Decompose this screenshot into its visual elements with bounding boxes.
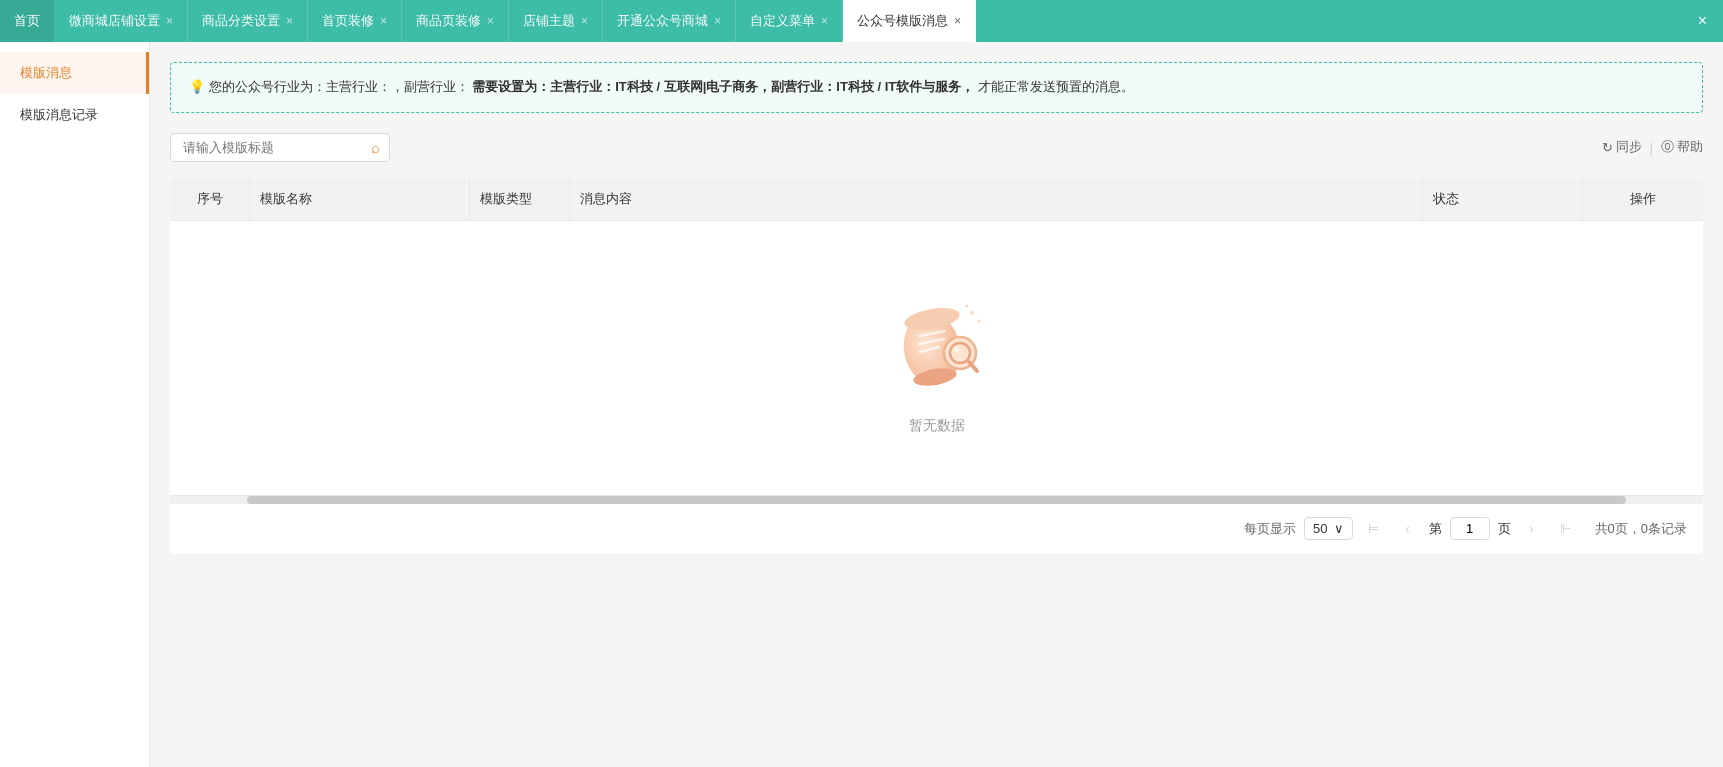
close-tab-product-decor[interactable]: ×: [487, 14, 494, 28]
data-table: 序号 模版名称 模版类型 消息内容 状态 操作: [170, 178, 1703, 554]
nav-tab-shop-setting[interactable]: 微商城店铺设置×: [55, 0, 188, 42]
close-tab-custom-menu[interactable]: ×: [821, 14, 828, 28]
close-tab-shop-setting[interactable]: ×: [166, 14, 173, 28]
prev-page-button[interactable]: ‹: [1395, 516, 1421, 542]
page-size-select[interactable]: 50 ∨: [1304, 517, 1352, 540]
nav-tab-open-mall[interactable]: 开通公众号商城×: [603, 0, 736, 42]
col-header-type: 模版类型: [470, 178, 570, 220]
close-tab-open-mall[interactable]: ×: [714, 14, 721, 28]
banner-highlight: 需要设置为：主营行业：IT科技 / 互联网|电子商务，副营行业：IT科技 / I…: [472, 79, 974, 94]
search-input-wrap: ⌕: [170, 133, 390, 162]
nav-tab-shop-theme[interactable]: 店铺主题×: [509, 0, 603, 42]
close-tab-template-msg[interactable]: ×: [954, 14, 961, 28]
banner-prefix: 您的公众号行业为：主营行业：，副营行业：: [209, 79, 469, 94]
table-header: 序号 模版名称 模版类型 消息内容 状态 操作: [170, 178, 1703, 221]
empty-state: 暂无数据: [170, 221, 1703, 495]
scroll-thumb[interactable]: [247, 496, 1627, 504]
close-tab-home-decor[interactable]: ×: [380, 14, 387, 28]
search-input[interactable]: [170, 133, 390, 162]
help-button[interactable]: ⓪ 帮助: [1661, 138, 1703, 156]
pagination: 每页显示 50 ∨ ⊨ ‹ 第 页 › ⊩ 共0页，0条记录: [170, 503, 1703, 554]
nav-tab-home[interactable]: 首页: [0, 0, 55, 42]
nav-tab-category-setting[interactable]: 商品分类设置×: [188, 0, 308, 42]
first-page-button[interactable]: ⊨: [1361, 516, 1387, 542]
nav-tab-home-decor[interactable]: 首页装修×: [308, 0, 402, 42]
nav-tab-product-decor[interactable]: 商品页装修×: [402, 0, 509, 42]
svg-point-10: [970, 311, 974, 315]
svg-point-11: [977, 319, 980, 322]
sync-icon: ↻: [1602, 140, 1613, 155]
col-header-content: 消息内容: [570, 178, 1423, 220]
sidebar-item-template-record[interactable]: 模版消息记录: [0, 94, 149, 136]
search-bar: ⌕ ↻ 同步 | ⓪ 帮助: [170, 133, 1703, 162]
sync-button[interactable]: ↻ 同步: [1602, 138, 1642, 156]
svg-point-9: [953, 346, 959, 352]
nav-tab-template-msg[interactable]: 公众号模版消息×: [843, 0, 976, 42]
col-header-status: 状态: [1423, 178, 1583, 220]
col-header-no: 序号: [170, 178, 250, 220]
help-label: 帮助: [1677, 138, 1703, 156]
sidebar: 模版消息模版消息记录: [0, 42, 150, 767]
main-layout: 模版消息模版消息记录 💡 您的公众号行业为：主营行业：，副营行业： 需要设置为：…: [0, 42, 1723, 767]
top-nav: 首页微商城店铺设置×商品分类设置×首页装修×商品页装修×店铺主题×开通公众号商城…: [0, 0, 1723, 42]
empty-icon: [877, 281, 997, 401]
empty-text: 暂无数据: [909, 417, 965, 435]
total-info: 共0页，0条记录: [1595, 520, 1687, 538]
last-page-button[interactable]: ⊩: [1553, 516, 1579, 542]
page-size-value: 50: [1313, 521, 1327, 536]
col-header-name: 模版名称: [250, 178, 470, 220]
page-input[interactable]: [1450, 517, 1490, 540]
scroll-track[interactable]: [170, 495, 1703, 503]
close-all-button[interactable]: ×: [1682, 0, 1723, 42]
page-label: 第: [1429, 520, 1442, 538]
info-banner: 💡 您的公众号行业为：主营行业：，副营行业： 需要设置为：主营行业：IT科技 /…: [170, 62, 1703, 113]
close-tab-shop-theme[interactable]: ×: [581, 14, 588, 28]
svg-point-12: [965, 304, 968, 307]
help-icon: ⓪: [1661, 138, 1674, 156]
close-tab-category-setting[interactable]: ×: [286, 14, 293, 28]
info-icon: 💡: [189, 79, 209, 94]
page-size-label: 每页显示: [1244, 520, 1296, 538]
sync-label: 同步: [1616, 138, 1642, 156]
search-left: ⌕: [170, 133, 390, 162]
col-header-action: 操作: [1583, 178, 1703, 220]
sidebar-item-template-message[interactable]: 模版消息: [0, 52, 149, 94]
page-unit: 页: [1498, 520, 1511, 538]
banner-suffix: 才能正常发送预置的消息。: [978, 79, 1134, 94]
content-area: 💡 您的公众号行业为：主营行业：，副营行业： 需要设置为：主营行业：IT科技 /…: [150, 42, 1723, 767]
page-size-chevron: ∨: [1334, 521, 1344, 536]
search-icon[interactable]: ⌕: [371, 139, 380, 156]
next-page-button[interactable]: ›: [1519, 516, 1545, 542]
nav-tab-custom-menu[interactable]: 自定义菜单×: [736, 0, 843, 42]
divider: |: [1650, 140, 1653, 155]
search-right: ↻ 同步 | ⓪ 帮助: [1602, 138, 1703, 156]
